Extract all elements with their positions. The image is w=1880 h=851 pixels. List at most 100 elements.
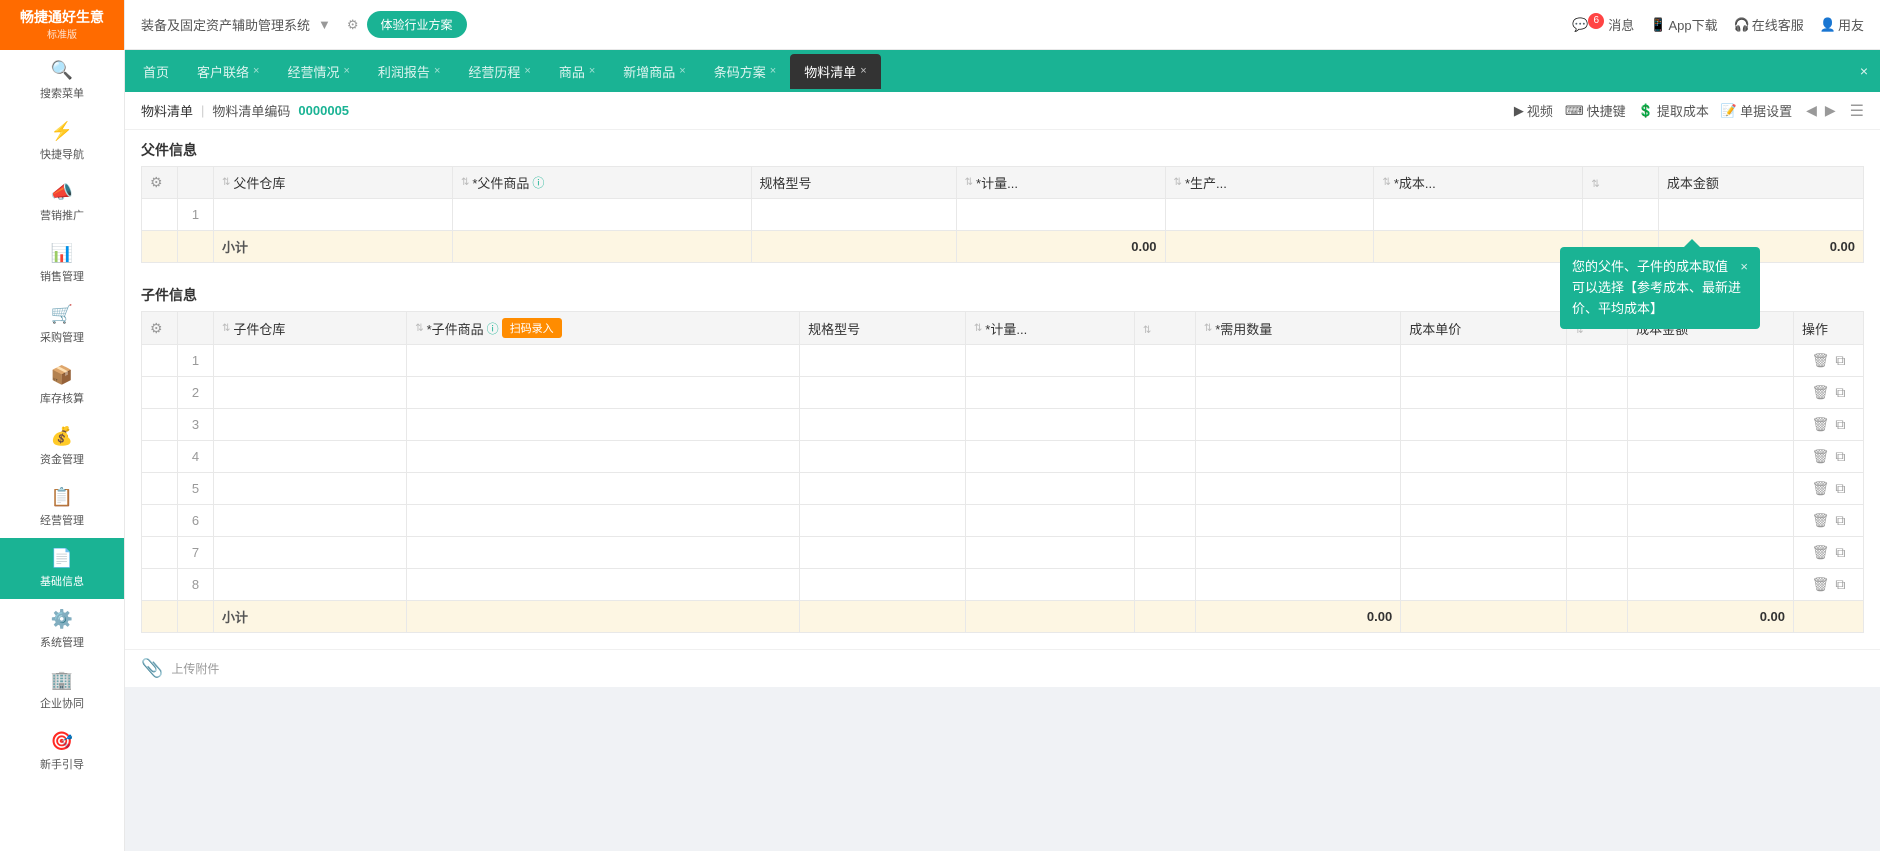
extract-cost-btn[interactable]: 💲 提取成本 <box>1638 101 1709 120</box>
child-row4-goods[interactable] <box>407 441 800 473</box>
close-icon-new-goods[interactable]: × <box>679 65 685 77</box>
view-btn[interactable]: ▶ 视频 <box>1514 101 1553 120</box>
child-row2-qty[interactable] <box>1195 377 1400 409</box>
delete-icon-row7[interactable]: 🗑 <box>1812 544 1830 561</box>
copy-icon-row4[interactable]: ⧉ <box>1835 448 1845 465</box>
parent-row1-cost[interactable] <box>1374 199 1583 231</box>
child-row2-goods[interactable] <box>407 377 800 409</box>
breadcrumb-page[interactable]: 物料清单 <box>141 101 193 120</box>
child-row5-qty[interactable] <box>1195 473 1400 505</box>
child-row1-unit-cost[interactable] <box>1401 345 1567 377</box>
child-row3-spec[interactable] <box>800 409 966 441</box>
close-icon-goods[interactable]: × <box>589 65 595 77</box>
sidebar-item-inventory[interactable]: 📦 库存核算 <box>0 355 124 416</box>
tab-operation[interactable]: 经营情况 × <box>273 54 363 89</box>
copy-icon-row2[interactable]: ⧉ <box>1835 384 1845 401</box>
child-row7-unit-cost[interactable] <box>1401 537 1567 569</box>
child-row6-spec[interactable] <box>800 505 966 537</box>
child-row4-warehouse[interactable] <box>214 441 407 473</box>
child-row3-qty[interactable] <box>1195 409 1400 441</box>
tab-bom[interactable]: 物料清单 × <box>790 54 880 89</box>
tab-new-goods[interactable]: 新增商品 × <box>609 54 699 89</box>
child-row2-unit-cost[interactable] <box>1401 377 1567 409</box>
child-row2-spec[interactable] <box>800 377 966 409</box>
child-row3-warehouse[interactable] <box>214 409 407 441</box>
copy-icon-row5[interactable]: ⧉ <box>1835 480 1845 497</box>
child-row3-unit[interactable] <box>965 409 1134 441</box>
delete-icon-row6[interactable]: 🗑 <box>1812 512 1830 529</box>
parent-row1-produce[interactable] <box>1165 199 1374 231</box>
child-row8-qty[interactable] <box>1195 569 1400 601</box>
copy-icon-row1[interactable]: ⧉ <box>1835 352 1845 369</box>
delete-icon-row4[interactable]: 🗑 <box>1812 448 1830 465</box>
delete-icon-row8[interactable]: 🗑 <box>1812 576 1830 593</box>
app-download-item[interactable]: 📱 App下载 <box>1650 15 1717 34</box>
child-row8-spec[interactable] <box>800 569 966 601</box>
delete-icon-row2[interactable]: 🗑 <box>1812 384 1830 401</box>
tab-history[interactable]: 经营历程 × <box>454 54 544 89</box>
dropdown-arrow-icon[interactable]: ▼ <box>318 17 331 32</box>
child-row6-unit[interactable] <box>965 505 1134 537</box>
child-row4-qty[interactable] <box>1195 441 1400 473</box>
parent-row1-warehouse[interactable] <box>214 199 453 231</box>
child-row8-goods[interactable] <box>407 569 800 601</box>
sidebar-item-operations[interactable]: 📋 经营管理 <box>0 477 124 538</box>
sidebar-item-sales[interactable]: 📊 销售管理 <box>0 233 124 294</box>
parent-settings-gear[interactable]: ⚙ <box>150 174 163 190</box>
close-icon-history[interactable]: × <box>524 65 530 77</box>
sidebar-item-newbie[interactable]: 🎯 新手引导 <box>0 721 124 782</box>
close-icon-profit[interactable]: × <box>434 65 440 77</box>
close-icon-operation[interactable]: × <box>343 65 349 77</box>
child-row5-unit[interactable] <box>965 473 1134 505</box>
message-item[interactable]: 💬 6 消息 <box>1572 15 1634 34</box>
child-row1-unit[interactable] <box>965 345 1134 377</box>
child-row5-spec[interactable] <box>800 473 966 505</box>
tab-home[interactable]: 首页 <box>129 54 183 89</box>
panel-toggle-icon[interactable]: ☰ <box>1850 101 1864 121</box>
child-row1-warehouse[interactable] <box>214 345 407 377</box>
tab-goods[interactable]: 商品 × <box>545 54 609 89</box>
scan-input-btn[interactable]: 扫码录入 <box>502 318 562 338</box>
child-row7-warehouse[interactable] <box>214 537 407 569</box>
sidebar-item-basic-info[interactable]: 📄 基础信息 <box>0 538 124 599</box>
child-row7-goods[interactable] <box>407 537 800 569</box>
prev-arrow[interactable]: ◀ <box>1804 100 1819 121</box>
tab-profit[interactable]: 利润报告 × <box>364 54 454 89</box>
experience-btn[interactable]: 体验行业方案 <box>367 11 467 38</box>
tooltip-close-btn[interactable]: × <box>1740 257 1748 278</box>
tab-customer[interactable]: 客户联络 × <box>183 54 273 89</box>
online-service-item[interactable]: 🎧 在线客服 <box>1734 15 1804 34</box>
child-row7-unit[interactable] <box>965 537 1134 569</box>
child-row6-goods[interactable] <box>407 505 800 537</box>
child-row4-spec[interactable] <box>800 441 966 473</box>
child-row2-warehouse[interactable] <box>214 377 407 409</box>
sidebar-item-marketing[interactable]: 📣 营销推广 <box>0 172 124 233</box>
delete-icon-row1[interactable]: 🗑 <box>1812 352 1830 369</box>
sidebar-item-quick-nav[interactable]: ⚡ 快捷导航 <box>0 111 124 172</box>
child-settings-gear[interactable]: ⚙ <box>150 320 163 336</box>
child-row3-unit-cost[interactable] <box>1401 409 1567 441</box>
child-row2-unit[interactable] <box>965 377 1134 409</box>
child-row1-qty[interactable] <box>1195 345 1400 377</box>
tab-barcode[interactable]: 条码方案 × <box>700 54 790 89</box>
user-item[interactable]: 👤 用友 <box>1820 15 1864 34</box>
child-row5-warehouse[interactable] <box>214 473 407 505</box>
child-row1-spec[interactable] <box>800 345 966 377</box>
parent-row1-goods[interactable] <box>452 199 751 231</box>
child-row8-unit[interactable] <box>965 569 1134 601</box>
sidebar-item-system[interactable]: ⚙️ 系统管理 <box>0 599 124 660</box>
child-row1-goods[interactable] <box>407 345 800 377</box>
child-row7-qty[interactable] <box>1195 537 1400 569</box>
child-row5-unit-cost[interactable] <box>1401 473 1567 505</box>
child-row8-unit-cost[interactable] <box>1401 569 1567 601</box>
parent-row1-unit[interactable] <box>956 199 1165 231</box>
child-row3-goods[interactable] <box>407 409 800 441</box>
child-row4-unit-cost[interactable] <box>1401 441 1567 473</box>
sidebar-item-purchase[interactable]: 🛒 采购管理 <box>0 294 124 355</box>
sidebar-item-search[interactable]: 🔍 搜索菜单 <box>0 50 124 111</box>
single-settings-btn[interactable]: 📝 单据设置 <box>1721 101 1792 120</box>
child-row8-warehouse[interactable] <box>214 569 407 601</box>
close-all-tabs[interactable]: × <box>1852 63 1876 79</box>
close-icon-barcode[interactable]: × <box>770 65 776 77</box>
copy-icon-row8[interactable]: ⧉ <box>1835 576 1845 593</box>
